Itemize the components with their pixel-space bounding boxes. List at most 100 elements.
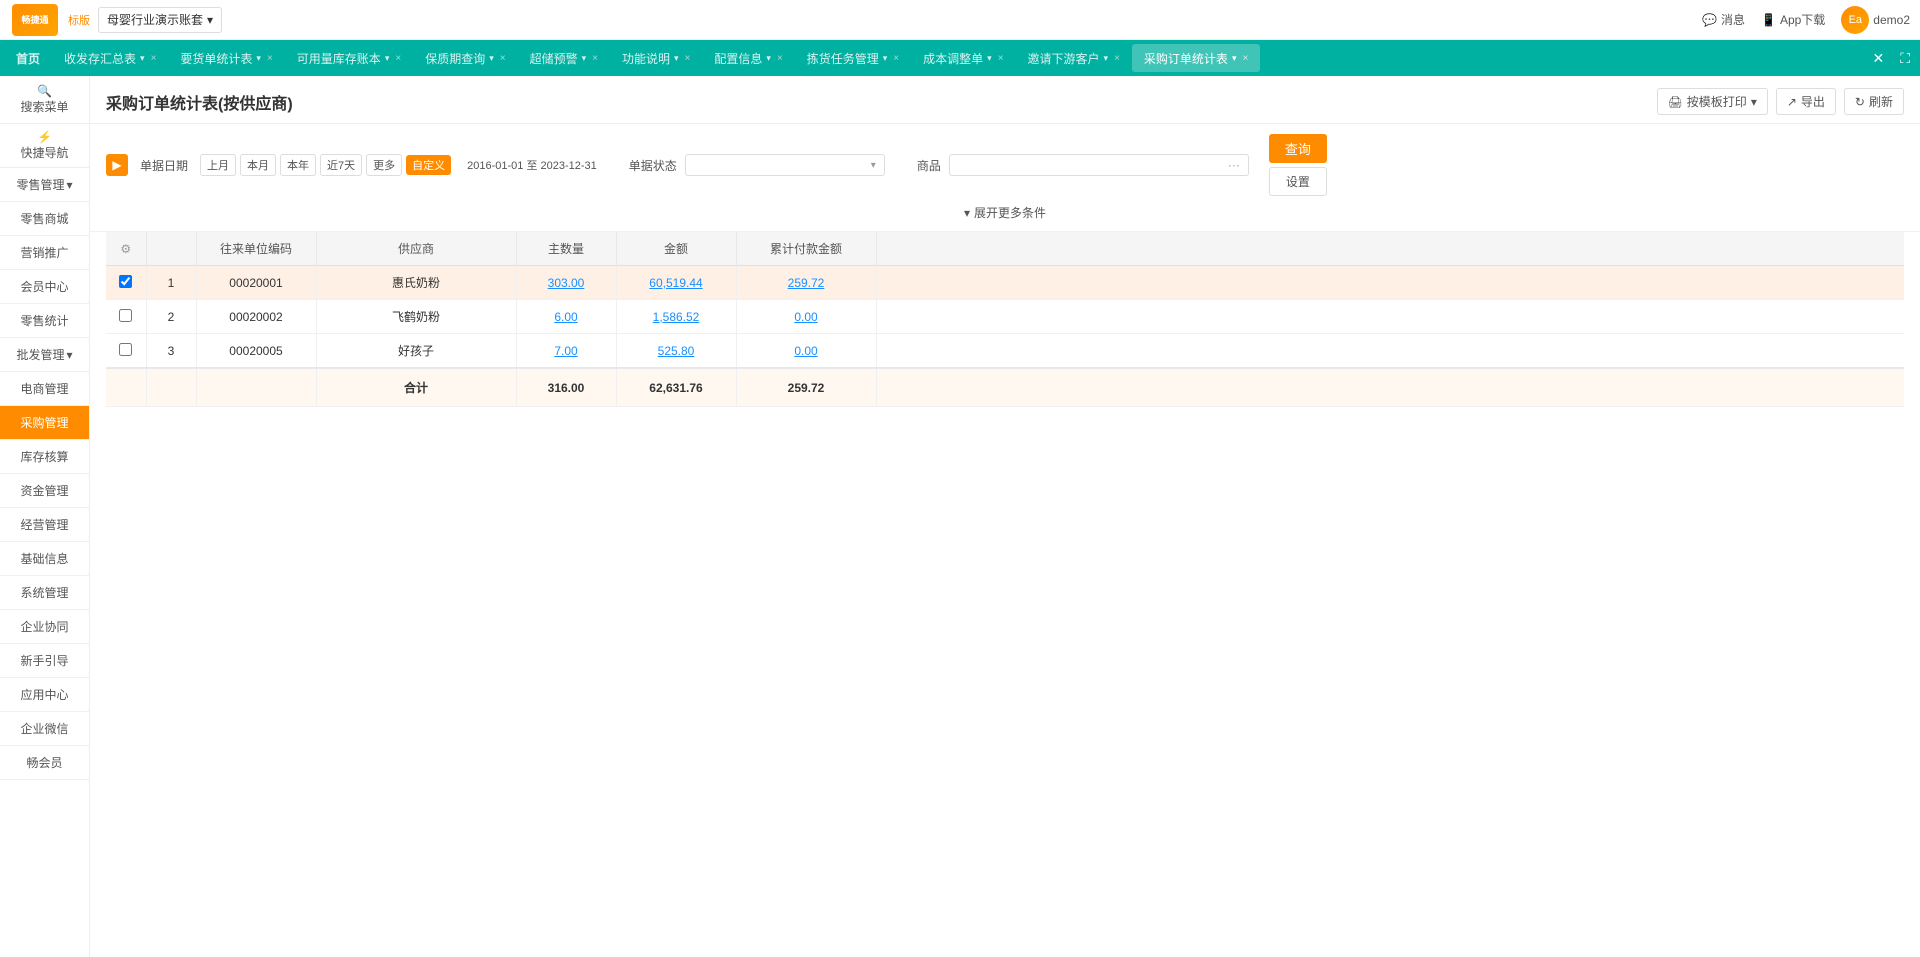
sidebar-item-retail-stats[interactable]: 零售统计 — [0, 304, 89, 338]
sidebar-item-inventory[interactable]: 库存核算 — [0, 440, 89, 474]
tab-purchase-summary[interactable]: 要货单统计表 ▾ × — [168, 44, 284, 72]
export-button[interactable]: ↗ 导出 — [1776, 88, 1836, 115]
tab-close[interactable]: × — [151, 53, 157, 64]
qty-link[interactable]: 303.00 — [548, 276, 585, 290]
tab-close[interactable]: × — [267, 53, 273, 64]
sidebar-item-operations[interactable]: 经营管理 — [0, 508, 89, 542]
sidebar-item-enterprise-wechat[interactable]: 企业微信 — [0, 712, 89, 746]
gear-icon[interactable]: ⚙ — [120, 242, 131, 256]
print-label: 按模板打印 — [1687, 93, 1747, 110]
nav-right-buttons: ✕ ⛶ — [1866, 48, 1916, 69]
paid-link[interactable]: 0.00 — [794, 344, 817, 358]
sidebar-item-purchase[interactable]: 采购管理 — [0, 406, 89, 440]
tab-pick-task[interactable]: 拣货任务管理 ▾ × — [795, 44, 911, 72]
footer-paid: 259.72 — [736, 368, 876, 407]
tab-overstock-warning[interactable]: 超储预警 ▾ × — [518, 44, 610, 72]
query-button[interactable]: 查询 — [1269, 134, 1327, 163]
sidebar-search[interactable]: 🔍 搜索菜单 — [0, 76, 89, 124]
status-select[interactable]: ▾ — [685, 154, 885, 176]
filter-row: ▶ 单据日期 上月 本月 本年 近7天 更多 自定义 2016-01-01 至 … — [106, 134, 1904, 196]
sidebar-item-sys-manage[interactable]: 系统管理 — [0, 576, 89, 610]
footer-no — [146, 368, 196, 407]
tab-close[interactable]: × — [893, 53, 899, 64]
table-row[interactable]: 3 00020005 好孩子 7.00 525.80 0.00 — [106, 334, 1904, 369]
tab-home[interactable]: 首页 — [4, 44, 52, 72]
tab-arrow: ▾ — [883, 53, 888, 64]
date-btn-this-year[interactable]: 本年 — [280, 154, 316, 176]
tab-close[interactable]: × — [685, 53, 691, 64]
date-btn-7days[interactable]: 近7天 — [320, 154, 362, 176]
amount-link[interactable]: 60,519.44 — [649, 276, 702, 290]
app-download-button[interactable]: 📱 App下载 — [1761, 11, 1825, 28]
paid-link[interactable]: 259.72 — [788, 276, 825, 290]
sidebar-quick-nav[interactable]: ⚡ 快捷导航 — [0, 124, 89, 168]
date-btn-last-month[interactable]: 上月 — [200, 154, 236, 176]
date-btn-more[interactable]: 更多 — [366, 154, 402, 176]
top-bar-right: 💬 消息 📱 App下载 Ea demo2 — [1702, 6, 1910, 34]
tab-arrow: ▾ — [140, 53, 145, 64]
date-btn-this-month[interactable]: 本月 — [240, 154, 276, 176]
tab-invite-downstream[interactable]: 邀请下游客户 ▾ × — [1016, 44, 1132, 72]
tab-close[interactable]: × — [1242, 53, 1248, 64]
row-qty: 7.00 — [516, 334, 616, 369]
th-code: 往来单位编码 — [196, 232, 316, 266]
tab-warranty-query[interactable]: 保质期查询 ▾ × — [413, 44, 517, 72]
tab-config-info[interactable]: 配置信息 ▾ × — [702, 44, 794, 72]
sidebar-item-new-guide[interactable]: 新手引导 — [0, 644, 89, 678]
message-button[interactable]: 💬 消息 — [1702, 11, 1745, 28]
row-checkbox[interactable] — [119, 275, 132, 288]
row-no: 1 — [146, 266, 196, 300]
app-download-label: App下载 — [1780, 11, 1825, 28]
sidebar-item-enterprise[interactable]: 企业协同 — [0, 610, 89, 644]
sidebar-item-label: 基础信息 — [20, 552, 68, 566]
amount-link[interactable]: 1,586.52 — [653, 310, 700, 324]
sidebar-item-finance[interactable]: 资金管理 — [0, 474, 89, 508]
table-row[interactable]: 1 00020001 惠氏奶粉 303.00 60,519.44 259.72 — [106, 266, 1904, 300]
row-check[interactable] — [106, 334, 146, 369]
tab-close[interactable]: × — [395, 53, 401, 64]
user-profile[interactable]: Ea demo2 — [1841, 6, 1910, 34]
sidebar-item-wholesale[interactable]: 批发管理 ▾ — [0, 338, 89, 372]
sidebar-item-retail[interactable]: 零售管理 ▾ — [0, 168, 89, 202]
tab-close[interactable]: × — [592, 53, 598, 64]
nav-close-button[interactable]: ✕ — [1866, 48, 1890, 69]
sidebar-item-basic-info[interactable]: 基础信息 — [0, 542, 89, 576]
sidebar-item-member[interactable]: 会员中心 — [0, 270, 89, 304]
settings-button[interactable]: 设置 — [1269, 167, 1327, 196]
table-row[interactable]: 2 00020002 飞鹤奶粉 6.00 1,586.52 0.00 — [106, 300, 1904, 334]
tab-arrow: ▾ — [582, 53, 587, 64]
row-checkbox[interactable] — [119, 309, 132, 322]
tab-purchase-order-stats[interactable]: 采购订单统计表 ▾ × — [1132, 44, 1260, 72]
refresh-button[interactable]: ↻ 刷新 — [1844, 88, 1904, 115]
sidebar-item-retail-mall[interactable]: 零售商城 — [0, 202, 89, 236]
workspace-selector[interactable]: 母婴行业演示账套 ▾ — [98, 7, 222, 33]
tab-cost-adjust[interactable]: 成本调整单 ▾ × — [911, 44, 1015, 72]
logo-image: 畅捷通 — [12, 4, 58, 36]
qty-link[interactable]: 6.00 — [554, 310, 577, 324]
sidebar-item-vip[interactable]: 畅会员 — [0, 746, 89, 780]
row-checkbox[interactable] — [119, 343, 132, 356]
amount-link[interactable]: 525.80 — [658, 344, 695, 358]
print-button[interactable]: 🖨 按模板打印 ▾ — [1657, 88, 1768, 115]
row-check[interactable] — [106, 266, 146, 300]
sidebar-item-app-center[interactable]: 应用中心 — [0, 678, 89, 712]
tab-close[interactable]: × — [777, 53, 783, 64]
qty-link[interactable]: 7.00 — [554, 344, 577, 358]
table-header-row: ⚙ 往来单位编码 供应商 主数量 金额 累计付款金额 — [106, 232, 1904, 266]
nav-maximize-button[interactable]: ⛶ — [1894, 48, 1916, 69]
tab-close[interactable]: × — [1114, 53, 1120, 64]
filter-toggle[interactable]: ▶ — [106, 154, 128, 176]
tab-close[interactable]: × — [998, 53, 1004, 64]
goods-select[interactable]: ··· — [949, 154, 1249, 176]
sidebar-item-marketing[interactable]: 营销推广 — [0, 236, 89, 270]
message-icon: 💬 — [1702, 13, 1717, 27]
sidebar-item-ecommerce[interactable]: 电商管理 — [0, 372, 89, 406]
tab-collection-summary[interactable]: 收发存汇总表 ▾ × — [52, 44, 168, 72]
row-check[interactable] — [106, 300, 146, 334]
tab-close[interactable]: × — [500, 53, 506, 64]
tab-available-inventory[interactable]: 可用量库存账本 ▾ × — [285, 44, 413, 72]
paid-link[interactable]: 0.00 — [794, 310, 817, 324]
expand-button[interactable]: ▾ 展开更多条件 — [964, 204, 1046, 221]
th-empty — [876, 232, 1904, 266]
tab-function-desc[interactable]: 功能说明 ▾ × — [610, 44, 702, 72]
